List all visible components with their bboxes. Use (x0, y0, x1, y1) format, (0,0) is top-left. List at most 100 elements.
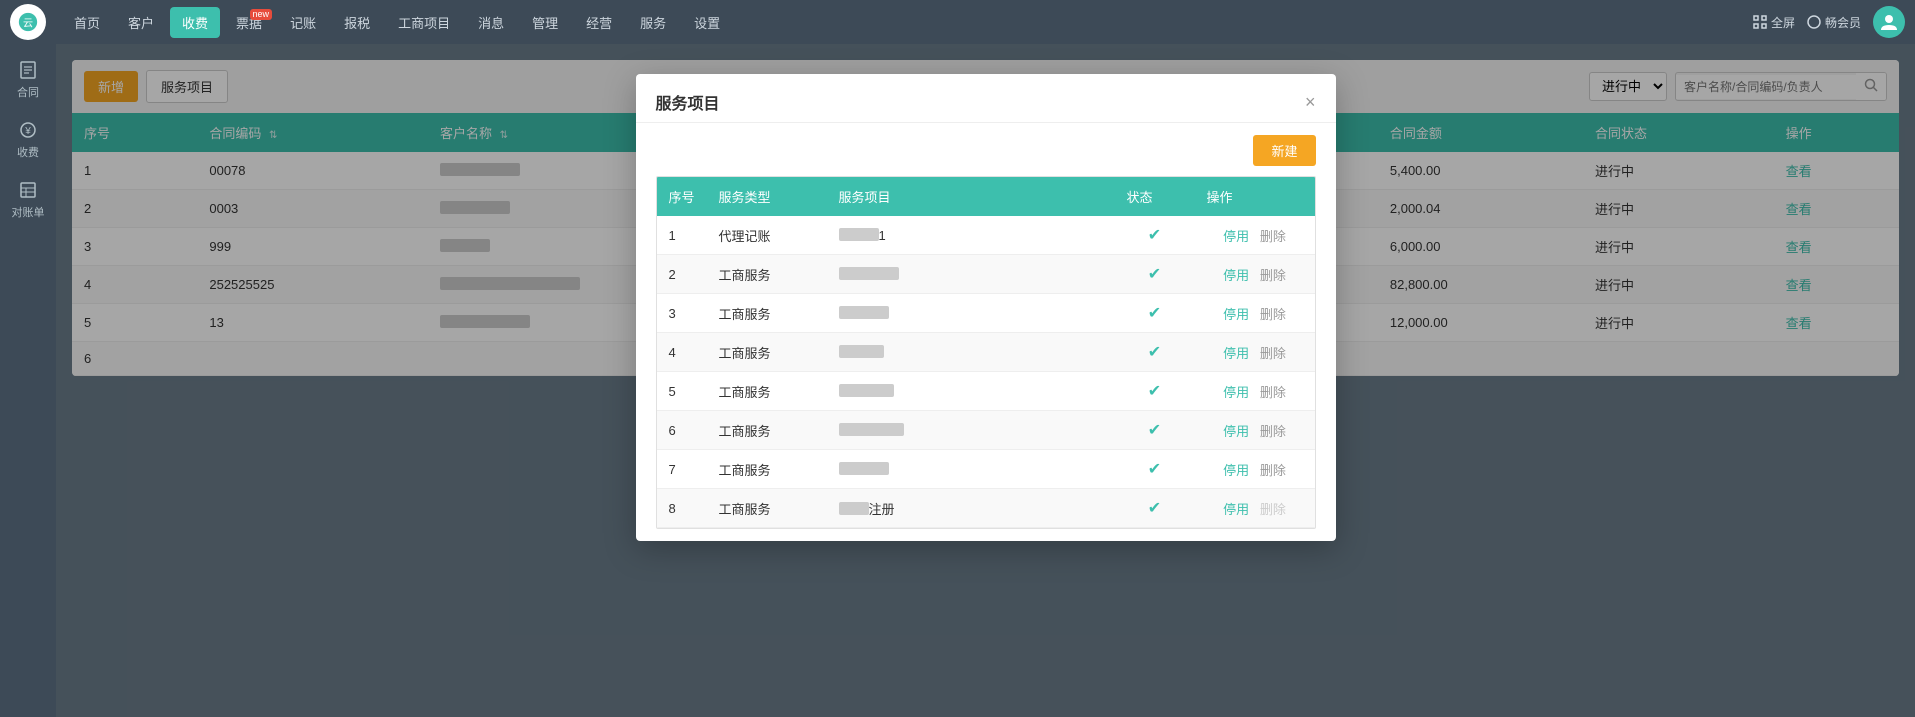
avatar[interactable] (1873, 6, 1905, 38)
status-check-icon: ✔ (1148, 266, 1161, 283)
modal-title: 服务项目 (656, 90, 720, 114)
modal-row-item (827, 255, 1115, 294)
nav-home[interactable]: 首页 (62, 7, 112, 38)
stop-button[interactable]: 停用 (1223, 424, 1249, 439)
modal-row-status: ✔ (1115, 372, 1195, 411)
modal-row-seq: 7 (657, 450, 707, 489)
modal-row-status: ✔ (1115, 489, 1195, 528)
nav-service[interactable]: 服务 (628, 7, 678, 38)
modal-row-item: 注册 (827, 489, 1115, 528)
stop-button[interactable]: 停用 (1223, 385, 1249, 400)
modal-row-action: 停用 删除 (1195, 294, 1315, 333)
nav-manage[interactable]: 管理 (520, 7, 570, 38)
status-check-icon: ✔ (1148, 422, 1161, 439)
modal-table-row: 1 代理记账 1 ✔ 停用 (657, 216, 1315, 255)
modal-row-type: 工商服务 (707, 489, 827, 528)
sidebar-item-statement-label: 对账单 (12, 204, 45, 220)
modal-row-action: 停用 删除 (1195, 255, 1315, 294)
modal-row-action: 停用 删除 (1195, 216, 1315, 255)
top-nav-right: 全屏 畅会员 (1753, 6, 1905, 38)
sidebar-item-contract-label: 合同 (17, 84, 39, 100)
nav-fee[interactable]: 收费 (170, 7, 220, 38)
modal-table-row: 5 工商服务 ✔ 停用 (657, 372, 1315, 411)
delete-button[interactable]: 删除 (1260, 307, 1286, 322)
modal-row-seq: 3 (657, 294, 707, 333)
stop-button[interactable]: 停用 (1223, 268, 1249, 283)
stop-button[interactable]: 停用 (1223, 307, 1249, 322)
modal-col-status: 状态 (1115, 177, 1195, 216)
stop-button[interactable]: 停用 (1223, 502, 1249, 517)
fullscreen-label: 全屏 (1771, 14, 1795, 31)
member-label: 畅会员 (1825, 14, 1861, 31)
modal-col-action: 操作 (1195, 177, 1315, 216)
modal-row-type: 工商服务 (707, 372, 827, 411)
nav-bookkeeping[interactable]: 记账 (278, 7, 328, 38)
nav-message[interactable]: 消息 (466, 7, 516, 38)
member-button[interactable]: 畅会员 (1807, 14, 1861, 31)
modal-row-item (827, 294, 1115, 333)
sidebar-item-contract[interactable]: 合同 (2, 52, 54, 108)
delete-button[interactable]: 删除 (1260, 502, 1286, 517)
delete-button[interactable]: 删除 (1260, 346, 1286, 361)
delete-button[interactable]: 删除 (1260, 424, 1286, 439)
modal-table-row: 3 工商服务 ✔ 停用 (657, 294, 1315, 333)
app-logo[interactable]: 云 (10, 4, 46, 40)
modal-row-type: 代理记账 (707, 216, 827, 255)
modal-header: 服务项目 × (636, 74, 1336, 123)
delete-button[interactable]: 删除 (1260, 268, 1286, 283)
sidebar-item-fee[interactable]: ¥ 收费 (2, 112, 54, 168)
modal-row-type: 工商服务 (707, 294, 827, 333)
service-item-modal: 服务项目 × 新建 序号 服务类型 (636, 74, 1336, 541)
status-check-icon: ✔ (1148, 344, 1161, 361)
nav-operation[interactable]: 经营 (574, 7, 624, 38)
status-check-icon: ✔ (1148, 305, 1161, 322)
nav-invoice[interactable]: 票据 new (224, 7, 274, 38)
nav-items: 首页 客户 收费 票据 new 记账 报税 工商项目 消息 管理 经营 服务 设… (62, 7, 1753, 38)
modal-row-status: ✔ (1115, 255, 1195, 294)
delete-button[interactable]: 删除 (1260, 229, 1286, 244)
fullscreen-button[interactable]: 全屏 (1753, 14, 1795, 31)
modal-row-status: ✔ (1115, 294, 1195, 333)
nav-settings[interactable]: 设置 (682, 7, 732, 38)
nav-industry[interactable]: 工商项目 (386, 7, 462, 38)
modal-backdrop[interactable]: 服务项目 × 新建 序号 服务类型 (56, 44, 1915, 717)
stop-button[interactable]: 停用 (1223, 463, 1249, 478)
modal-row-action: 停用 删除 (1195, 450, 1315, 489)
sidebar: 合同 ¥ 收费 对账单 (0, 44, 56, 717)
modal-table-wrap[interactable]: 序号 服务类型 服务项目 状态 操作 1 (656, 176, 1316, 529)
main-layout: 合同 ¥ 收费 对账单 新增 服务项目 (0, 44, 1915, 717)
modal-table-row: 2 工商服务 ✔ 停用 (657, 255, 1315, 294)
modal-row-action: 停用 删除 (1195, 411, 1315, 450)
modal-table-row: 4 工商服务 ✔ 停用 (657, 333, 1315, 372)
modal-row-seq: 2 (657, 255, 707, 294)
modal-row-type: 工商服务 (707, 450, 827, 489)
nav-customer[interactable]: 客户 (116, 7, 166, 38)
new-badge: new (250, 9, 273, 20)
modal-row-item (827, 372, 1115, 411)
modal-table-row: 6 工商服务 ✔ 停用 (657, 411, 1315, 450)
modal-new-button[interactable]: 新建 (1253, 135, 1315, 166)
modal-row-type: 工商服务 (707, 333, 827, 372)
stop-button[interactable]: 停用 (1223, 229, 1249, 244)
modal-row-item (827, 450, 1115, 489)
modal-table-row: 7 工商服务 ✔ 停用 (657, 450, 1315, 489)
modal-col-seq: 序号 (657, 177, 707, 216)
modal-row-type: 工商服务 (707, 255, 827, 294)
modal-toolbar: 新建 (656, 135, 1316, 166)
nav-tax[interactable]: 报税 (332, 7, 382, 38)
modal-row-seq: 5 (657, 372, 707, 411)
delete-button[interactable]: 删除 (1260, 385, 1286, 400)
modal-close-button[interactable]: × (1305, 92, 1316, 113)
modal-row-item: 1 (827, 216, 1115, 255)
sidebar-item-statement[interactable]: 对账单 (2, 172, 54, 228)
status-check-icon: ✔ (1148, 461, 1161, 478)
stop-button[interactable]: 停用 (1223, 346, 1249, 361)
modal-row-action: 停用 删除 (1195, 333, 1315, 372)
svg-text:¥: ¥ (24, 126, 31, 137)
modal-row-seq: 1 (657, 216, 707, 255)
top-nav: 云 首页 客户 收费 票据 new 记账 报税 工商项目 消息 管理 经营 服务… (0, 0, 1915, 44)
delete-button[interactable]: 删除 (1260, 463, 1286, 478)
modal-row-status: ✔ (1115, 450, 1195, 489)
modal-row-action: 停用 删除 (1195, 489, 1315, 528)
status-check-icon: ✔ (1148, 383, 1161, 400)
